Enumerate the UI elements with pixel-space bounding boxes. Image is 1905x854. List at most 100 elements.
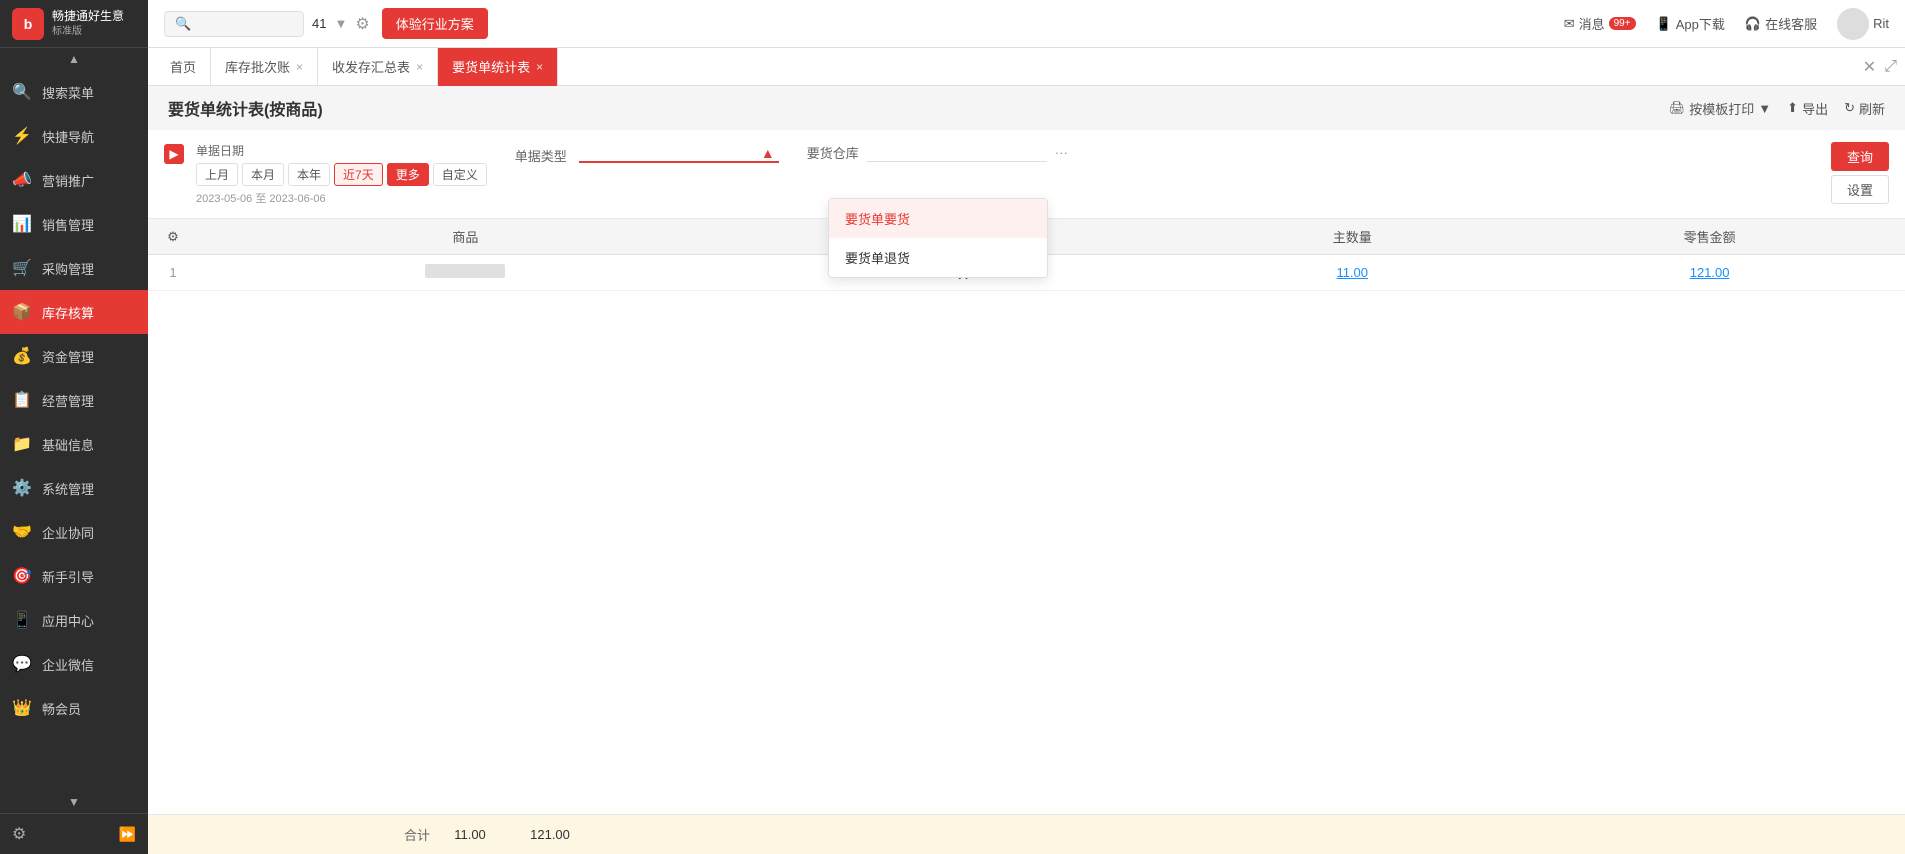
message-item[interactable]: ✉ 消息 99+ [1564,14,1636,33]
col-quantity: 主数量 [1190,219,1514,255]
sidebar-item-search[interactable]: 🔍 搜索菜单 [0,70,148,114]
row-amount[interactable]: 121.00 [1514,255,1905,291]
date-filter-buttons: 上月 本月 本年 近7天 更多 自定义 [196,163,487,186]
inventory-icon: 📦 [12,302,32,322]
sidebar-item-enterprise[interactable]: 🤝 企业协同 [0,510,148,554]
type-filter-group: 单据类型 ▲ [515,142,779,165]
industry-button[interactable]: 体验行业方案 [382,8,488,39]
tabs-bar: 首页 库存批次账 × 收发存汇总表 × 要货单统计表 × ✕ ⤢ [148,48,1905,86]
page-title: 要货单统计表(按商品) [168,96,323,120]
filter-actions: 查询 设置 [1831,142,1889,204]
page-title-bar: 要货单统计表(按商品) 🖨 按模板打印 ▼ ⬆ 导出 ↻ 刷新 [148,86,1905,130]
date-range-display: 2023-05-06 至 2023-06-06 [196,190,487,206]
sidebar-header: b 畅捷通好生意 标准版 [0,0,148,48]
wechat-icon: 💬 [12,654,32,674]
user-avatar-item[interactable]: Rit [1837,8,1889,40]
app-download-item[interactable]: 📱 App下载 [1656,14,1725,33]
header-right: ✉ 消息 99+ 📱 App下载 🎧 在线客服 Rit [1564,8,1889,40]
sidebar-scroll-up[interactable]: ▲ [0,48,148,70]
operation-icon: 📋 [12,390,32,410]
sidebar-item-inventory[interactable]: 📦 库存核算 [0,290,148,334]
type-filter-label: 单据类型 [515,142,567,165]
tab-receive-summary[interactable]: 收发存汇总表 × [318,48,438,86]
row-number: 1 [148,255,198,291]
warehouse-filter-input[interactable] [867,142,1047,162]
footer-amount: 121.00 [510,827,590,842]
sidebar-item-basic[interactable]: 📁 基础信息 [0,422,148,466]
tab-close-all-icon[interactable]: ✕ [1863,57,1876,77]
sidebar: b 畅捷通好生意 标准版 ▲ 🔍 搜索菜单 ⚡ 快捷导航 📣 营销推广 📊 销售… [0,0,148,854]
enterprise-icon: 🤝 [12,522,32,542]
sidebar-item-purchase[interactable]: 🛒 采购管理 [0,246,148,290]
filter-area: ▶ 单据日期 上月 本月 本年 近7天 更多 自定义 2023-05-06 至 … [148,130,1905,219]
header-number: 41 [312,16,326,31]
sidebar-item-sales[interactable]: 📊 销售管理 [0,202,148,246]
main-content: 🔍 41 ▼ ⚙ 体验行业方案 ✉ 消息 99+ 📱 App下载 🎧 在线客服 … [148,0,1905,854]
dropdown-item-requisition-order[interactable]: 要货单要货 [829,199,1047,238]
app-download-icon: 📱 [1656,16,1672,32]
row-quantity[interactable]: 11.00 [1190,255,1514,291]
filter-settings-button[interactable]: 设置 [1831,175,1889,204]
sidebar-scroll-down[interactable]: ▼ [0,791,148,813]
warehouse-more-icon[interactable]: ··· [1055,145,1068,160]
filter-row: 单据日期 上月 本月 本年 近7天 更多 自定义 2023-05-06 至 20… [196,142,1831,206]
header-gear-icon[interactable]: ⚙ [355,14,369,34]
tab-requisition-stats-close[interactable]: × [536,60,543,74]
date-btn-this-year[interactable]: 本年 [288,163,330,186]
type-filter-input-wrap: ▲ [579,142,779,163]
sidebar-item-wechat[interactable]: 💬 企业微信 [0,642,148,686]
sidebar-footer: ⚙ ⏩ [0,813,148,854]
print-action[interactable]: 🖨 按模板打印 ▼ [1669,99,1771,118]
member-icon: 👑 [12,698,32,718]
col-product: 商品 [198,219,733,255]
service-icon: 🎧 [1745,16,1761,32]
marketing-icon: 📣 [12,170,32,190]
avatar [1837,8,1869,40]
date-btn-custom[interactable]: 自定义 [433,163,487,186]
tab-receive-summary-close[interactable]: × [416,60,423,74]
col-settings[interactable]: ⚙ [148,219,198,255]
settings-icon[interactable]: ⚙ [12,824,26,844]
date-filter-label: 单据日期 [196,142,487,159]
date-btn-7days[interactable]: 近7天 [334,163,383,186]
sidebar-logo: b [12,8,44,40]
basic-icon: 📁 [12,434,32,454]
sidebar-item-finance[interactable]: 💰 资金管理 [0,334,148,378]
tab-inventory-batch[interactable]: 库存批次账 × [211,48,318,86]
system-icon: ⚙️ [12,478,32,498]
sidebar-item-member[interactable]: 👑 畅会员 [0,686,148,730]
refresh-action[interactable]: ↻ 刷新 [1844,99,1885,118]
search-icon: 🔍 [12,82,32,102]
sidebar-title: 畅捷通好生意 标准版 [52,9,124,38]
sidebar-collapse-btn[interactable]: ⏩ [119,826,136,843]
date-btn-last-month[interactable]: 上月 [196,163,238,186]
header-dropdown-arrow[interactable]: ▼ [334,16,347,31]
date-btn-more[interactable]: 更多 [387,163,429,186]
export-action[interactable]: ⬆ 导出 [1787,99,1828,118]
type-filter-input[interactable] [579,142,779,163]
online-service-item[interactable]: 🎧 在线客服 [1745,14,1817,33]
dropdown-item-return-order[interactable]: 要货单退货 [829,238,1047,277]
type-filter-arrow[interactable]: ▲ [761,145,775,161]
sidebar-item-operation[interactable]: 📋 经营管理 [0,378,148,422]
sidebar-item-quick-nav[interactable]: ⚡ 快捷导航 [0,114,148,158]
page-title-actions: 🖨 按模板打印 ▼ ⬆ 导出 ↻ 刷新 [1669,99,1885,118]
header-search: 🔍 [164,11,304,37]
tab-expand-icon[interactable]: ⤢ [1884,58,1897,76]
sidebar-item-app[interactable]: 📱 应用中心 [0,598,148,642]
tab-requisition-stats[interactable]: 要货单统计表 × [438,48,558,86]
tab-home[interactable]: 首页 [156,48,211,86]
sidebar-nav: 🔍 搜索菜单 ⚡ 快捷导航 📣 营销推广 📊 销售管理 🛒 采购管理 📦 库存核… [0,70,148,791]
table-footer: 合计 11.00 121.00 [148,814,1905,854]
refresh-icon: ↻ [1844,100,1855,116]
query-button[interactable]: 查询 [1831,142,1889,171]
tab-inventory-batch-close[interactable]: × [296,60,303,74]
message-icon: ✉ [1564,16,1575,32]
sidebar-item-marketing[interactable]: 📣 营销推广 [0,158,148,202]
filter-expand-button[interactable]: ▶ [164,144,184,164]
warehouse-filter-label: 要货仓库 [807,143,859,162]
date-btn-this-month[interactable]: 本月 [242,163,284,186]
sidebar-item-system[interactable]: ⚙️ 系统管理 [0,466,148,510]
sidebar-item-guide[interactable]: 🎯 新手引导 [0,554,148,598]
page-area: 要货单统计表(按商品) 🖨 按模板打印 ▼ ⬆ 导出 ↻ 刷新 ▶ [148,86,1905,854]
